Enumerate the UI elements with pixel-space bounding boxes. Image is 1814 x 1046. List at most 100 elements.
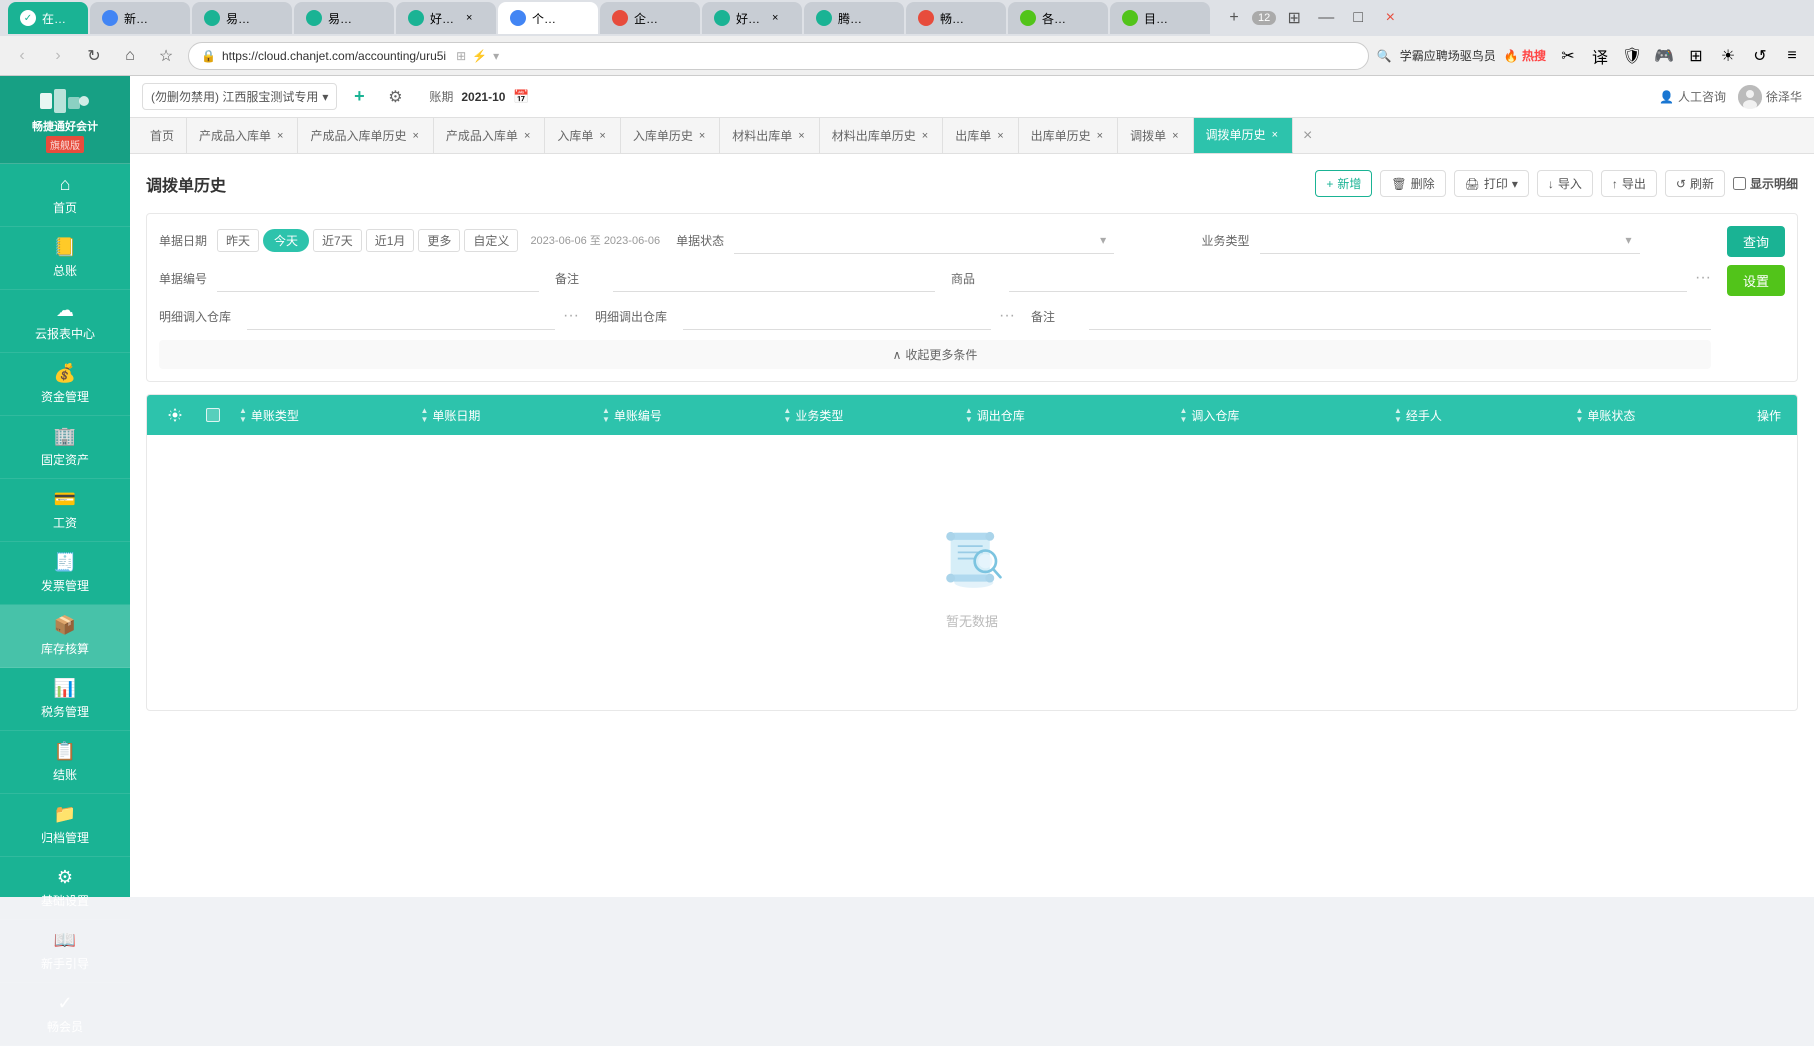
sidebar-item-closing[interactable]: 📋 结账 — [0, 731, 130, 794]
biztype-select[interactable]: ▾ — [1260, 226, 1640, 254]
show-detail-toggle[interactable]: 显示明细 — [1733, 175, 1798, 192]
note-input[interactable] — [613, 264, 935, 292]
browser-tab-7[interactable]: 企… — [600, 2, 700, 34]
add-company-btn[interactable]: + — [345, 83, 373, 111]
sidebar-item-payroll[interactable]: 💳 工资 — [0, 479, 130, 542]
shield-btn[interactable]: 🛡 — [1618, 42, 1646, 70]
grid-btn[interactable]: ⊞ — [1682, 42, 1710, 70]
page-tab-5[interactable]: 入库单历史 × — [621, 118, 720, 154]
page-tab-11-close[interactable]: × — [1270, 129, 1280, 141]
print-btn[interactable]: 🖨 打印 ▾ — [1454, 170, 1529, 197]
th-to-warehouse[interactable]: ▲ ▼ 调入仓库 — [1171, 407, 1386, 424]
date-btn-custom[interactable]: 自定义 — [464, 229, 518, 252]
sidebar-item-inventory[interactable]: 📦 库存核算 — [0, 605, 130, 668]
close-browser-btn[interactable]: × — [1376, 4, 1404, 32]
browser-tab-chanjet[interactable]: ✓ 在… — [8, 2, 88, 34]
page-tab-7-close[interactable]: × — [920, 130, 930, 142]
show-detail-checkbox[interactable] — [1733, 177, 1746, 190]
sidebar-item-guide[interactable]: 📖 新手引导 — [0, 920, 130, 983]
page-tab-1-close[interactable]: × — [275, 130, 285, 142]
page-tab-11[interactable]: 调拨单历史 × — [1194, 118, 1293, 154]
calendar-icon[interactable]: 📅 — [513, 89, 529, 105]
date-btn-1month[interactable]: 近1月 — [366, 229, 415, 252]
browser-tab-3[interactable]: 易… — [192, 2, 292, 34]
new-tab-btn[interactable]: + — [1220, 4, 1248, 32]
game-btn[interactable]: 🎮 — [1650, 42, 1678, 70]
browser-tab-4[interactable]: 易… — [294, 2, 394, 34]
page-tab-1[interactable]: 产成品入库单 × — [187, 118, 298, 154]
sidebar-item-invoice[interactable]: 🧾 发票管理 — [0, 542, 130, 605]
forward-btn[interactable]: › — [44, 42, 72, 70]
th-from-warehouse[interactable]: ▲ ▼ 调出仓库 — [957, 407, 1172, 424]
new-record-btn[interactable]: + 新增 — [1315, 170, 1372, 197]
sidebar-item-settings[interactable]: ⚙ 基础设置 — [0, 857, 130, 920]
date-btn-more[interactable]: 更多 — [418, 229, 460, 252]
page-tab-4-close[interactable]: × — [597, 130, 607, 142]
note2-input[interactable] — [1089, 302, 1711, 330]
browser-tab-8[interactable]: 好… × — [702, 2, 802, 34]
sidebar-item-finance[interactable]: 💰 资金管理 — [0, 353, 130, 416]
sidebar-item-reports[interactable]: ☁ 云报表中心 — [0, 290, 130, 353]
goods-more-btn[interactable]: ··· — [1695, 269, 1711, 287]
th-type[interactable]: ▲ ▼ 单账类型 — [231, 407, 412, 424]
maximize-btn[interactable]: □ — [1344, 4, 1372, 32]
export-btn[interactable]: ↑ 导出 — [1601, 170, 1657, 197]
page-tab-5-close[interactable]: × — [697, 130, 707, 142]
page-tab-2[interactable]: 产成品入库单历史 × — [298, 118, 433, 154]
page-tab-6[interactable]: 材料出库单 × — [720, 118, 819, 154]
settings-header-btn[interactable]: ⚙ — [381, 83, 409, 111]
page-tab-9-close[interactable]: × — [1095, 130, 1105, 142]
th-number[interactable]: ▲ ▼ 单账编号 — [594, 407, 775, 424]
query-btn[interactable]: 查询 — [1727, 226, 1785, 257]
browser-tab-12[interactable]: 目… — [1110, 2, 1210, 34]
refresh-page-btn[interactable]: ↺ 刷新 — [1665, 170, 1725, 197]
sidebar-item-archive[interactable]: 📁 归档管理 — [0, 794, 130, 857]
browser-tab-11[interactable]: 各… — [1008, 2, 1108, 34]
page-tab-3-close[interactable]: × — [522, 130, 532, 142]
translate-btn[interactable]: 译 — [1586, 42, 1614, 70]
address-bar[interactable]: 🔒 https://cloud.chanjet.com/accounting/u… — [188, 42, 1369, 70]
page-tab-7[interactable]: 材料出库单历史 × — [820, 118, 943, 154]
page-tab-home[interactable]: 首页 — [138, 118, 187, 154]
user-info-area[interactable]: 徐泽华 — [1738, 85, 1802, 109]
bookmark-btn[interactable]: ☆ — [152, 42, 180, 70]
browser-tab-5[interactable]: 好… × — [396, 2, 496, 34]
page-tab-8[interactable]: 出库单 × — [943, 118, 1018, 154]
from-warehouse-more-btn[interactable]: ··· — [563, 307, 579, 325]
date-btn-today[interactable]: 今天 — [263, 229, 309, 252]
status-select[interactable]: ▾ — [734, 226, 1114, 254]
to-warehouse-more-btn[interactable]: ··· — [999, 307, 1015, 325]
company-selector[interactable]: (勿删勿禁用) 江西服宝测试专用 ▾ — [142, 83, 337, 110]
from-warehouse-input[interactable] — [247, 302, 555, 330]
sidebar-item-home[interactable]: ⌂ 首页 — [0, 164, 130, 227]
page-tab-9[interactable]: 出库单历史 × — [1019, 118, 1118, 154]
browser-tab-5-close[interactable]: × — [464, 12, 474, 24]
page-tab-4[interactable]: 入库单 × — [545, 118, 620, 154]
date-btn-7days[interactable]: 近7天 — [313, 229, 362, 252]
browser-tab-10[interactable]: 畅… — [906, 2, 1006, 34]
browser-tab-active[interactable]: 个… — [498, 2, 598, 34]
brightness-btn[interactable]: ☀ — [1714, 42, 1742, 70]
page-tab-2-close[interactable]: × — [410, 130, 420, 142]
minimize-btn[interactable]: — — [1312, 4, 1340, 32]
page-tab-10[interactable]: 调拨单 × — [1118, 118, 1193, 154]
browser-tab-8-close[interactable]: × — [770, 12, 780, 24]
sidebar-item-tax[interactable]: 📊 税务管理 — [0, 668, 130, 731]
sidebar-item-ledger[interactable]: 📒 总账 — [0, 227, 130, 290]
table-select-all-checkbox[interactable] — [195, 408, 231, 422]
th-biztype[interactable]: ▲ ▼ 业务类型 — [775, 407, 956, 424]
back-btn[interactable]: ‹ — [8, 42, 36, 70]
page-tab-10-close[interactable]: × — [1170, 130, 1180, 142]
sidebar-item-assets[interactable]: 🏢 固定资产 — [0, 416, 130, 479]
undo-btn[interactable]: ↺ — [1746, 42, 1774, 70]
table-gear-btn[interactable] — [155, 407, 195, 423]
page-tab-6-close[interactable]: × — [796, 130, 806, 142]
scissors-btn[interactable]: ✂ — [1554, 42, 1582, 70]
date-btn-yesterday[interactable]: 昨天 — [217, 229, 259, 252]
th-status[interactable]: ▲ ▼ 单账状态 — [1567, 407, 1748, 424]
delete-btn[interactable]: 🗑 删除 — [1380, 170, 1445, 197]
menu-btn[interactable]: ≡ — [1778, 42, 1806, 70]
page-tab-3[interactable]: 产成品入库单 × — [434, 118, 545, 154]
set-btn[interactable]: 设置 — [1727, 265, 1785, 296]
sidebar-item-member[interactable]: ✓ 畅会员 — [0, 983, 130, 1046]
